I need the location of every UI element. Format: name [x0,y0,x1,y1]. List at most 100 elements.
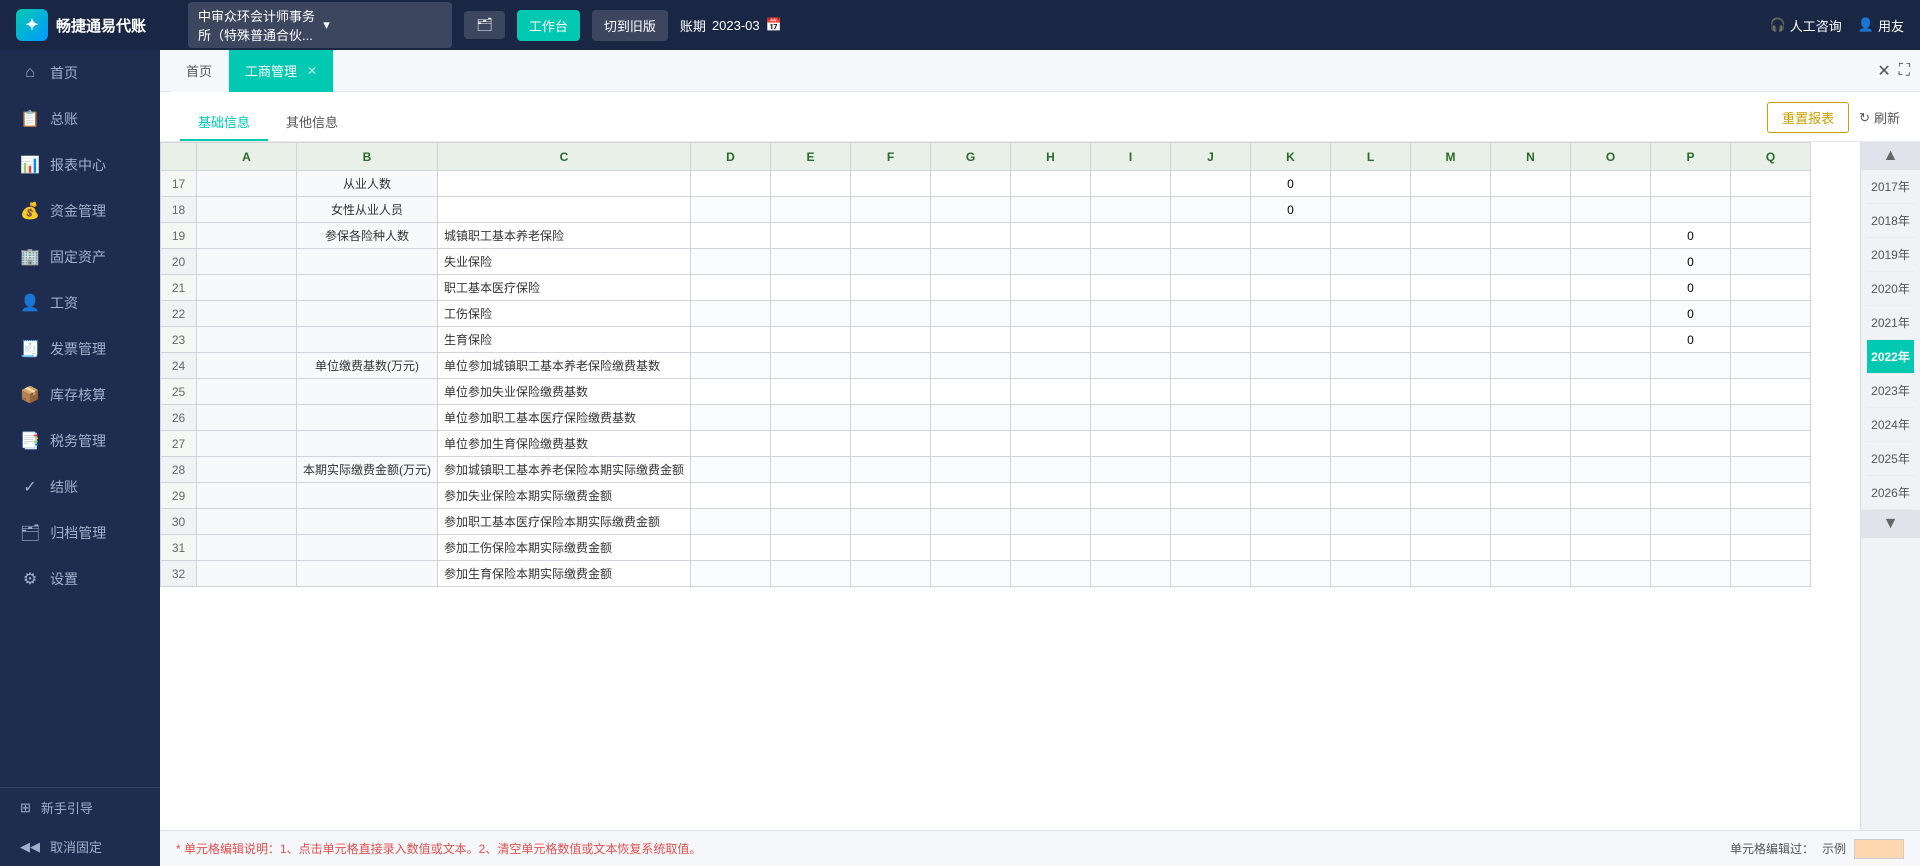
cell-col-h[interactable] [1011,431,1091,457]
user-avatar[interactable]: 👤 用友 [1858,16,1904,35]
cell-col-g[interactable] [931,275,1011,301]
cell-col-h[interactable] [1011,275,1091,301]
cell-col-b[interactable]: 女性从业人员 [297,197,438,223]
cell-col-q[interactable] [1731,223,1811,249]
cell-col-f[interactable] [851,561,931,587]
ai-consult-button[interactable]: 🎧 人工咨询 [1770,16,1842,35]
cell-col-c[interactable]: 职工基本医疗保险 [438,275,691,301]
cell-col-d[interactable] [691,483,771,509]
refresh-button[interactable]: ↻ 刷新 [1859,108,1900,127]
cell-col-i[interactable] [1091,483,1171,509]
cell-col-q[interactable] [1731,509,1811,535]
cell-col-d[interactable] [691,197,771,223]
cell-col-c[interactable]: 工伤保险 [438,301,691,327]
cell-col-n[interactable] [1491,327,1571,353]
sidebar-item-new-guide[interactable]: ⊞ 新手引导 [0,788,160,827]
cell-col-q[interactable] [1731,327,1811,353]
cell-col-g[interactable] [931,431,1011,457]
company-selector[interactable]: 中审众环会计师事务所（特殊普通合伙... ▾ [188,2,452,48]
sub-tab-basic-info[interactable]: 基础信息 [180,104,268,141]
cell-col-d[interactable] [691,561,771,587]
cell-col-i[interactable] [1091,223,1171,249]
calendar-icon[interactable]: 📅 [766,17,782,33]
cell-col-q[interactable] [1731,275,1811,301]
cell-col-i[interactable] [1091,249,1171,275]
cell-col-d[interactable] [691,275,771,301]
cell-col-m[interactable] [1411,301,1491,327]
cell-col-c[interactable]: 单位参加职工基本医疗保险缴费基数 [438,405,691,431]
cell-col-p[interactable] [1651,561,1731,587]
cell-col-b[interactable] [297,275,438,301]
cell-col-f[interactable] [851,509,931,535]
cell-col-g[interactable] [931,171,1011,197]
year-item[interactable]: 2019年 [1867,238,1914,272]
cell-col-b[interactable] [297,379,438,405]
cell-col-d[interactable] [691,353,771,379]
cell-col-b[interactable] [297,431,438,457]
cell-col-k[interactable]: 0 [1251,171,1331,197]
cell-col-e[interactable] [771,431,851,457]
sidebar-item-ledger[interactable]: 📋总账 [0,96,160,142]
cell-col-j[interactable] [1171,327,1251,353]
sidebar-item-archive[interactable]: 🗂归档管理 [0,510,160,556]
cell-col-e[interactable] [771,457,851,483]
cell-col-h[interactable] [1011,249,1091,275]
cell-col-c[interactable]: 单位参加城镇职工基本养老保险缴费基数 [438,353,691,379]
spreadsheet-area[interactable]: A B C D E F G H I J [160,142,1860,830]
year-down-button[interactable]: ▼ [1861,510,1920,538]
sub-tab-other-info[interactable]: 其他信息 [268,104,356,141]
cell-col-j[interactable] [1171,249,1251,275]
cell-col-q[interactable] [1731,483,1811,509]
cell-col-l[interactable] [1331,197,1411,223]
cell-col-k[interactable] [1251,561,1331,587]
cell-col-n[interactable] [1491,171,1571,197]
cell-col-m[interactable] [1411,223,1491,249]
cell-col-j[interactable] [1171,405,1251,431]
cell-col-a[interactable] [197,275,297,301]
tab-close-icon[interactable]: ✕ [307,64,317,78]
cell-col-e[interactable] [771,197,851,223]
cell-col-h[interactable] [1011,561,1091,587]
cell-col-l[interactable] [1331,509,1411,535]
year-item[interactable]: 2025年 [1867,442,1914,476]
cell-col-h[interactable] [1011,197,1091,223]
cell-col-g[interactable] [931,327,1011,353]
cell-col-m[interactable] [1411,535,1491,561]
cell-col-b[interactable] [297,327,438,353]
cell-col-o[interactable] [1571,223,1651,249]
cell-col-a[interactable] [197,171,297,197]
sidebar-item-home[interactable]: ⌂首页 [0,50,160,96]
cell-col-k[interactable] [1251,301,1331,327]
cell-col-e[interactable] [771,353,851,379]
cell-col-c[interactable]: 生育保险 [438,327,691,353]
cell-col-p[interactable] [1651,353,1731,379]
cell-col-a[interactable] [197,457,297,483]
cell-col-a[interactable] [197,223,297,249]
cell-col-h[interactable] [1011,301,1091,327]
cell-col-p[interactable] [1651,457,1731,483]
cell-col-o[interactable] [1571,275,1651,301]
sidebar-item-payroll[interactable]: 👤工资 [0,280,160,326]
cell-col-b[interactable] [297,509,438,535]
cell-col-f[interactable] [851,405,931,431]
cell-col-f[interactable] [851,275,931,301]
cell-col-d[interactable] [691,405,771,431]
cell-col-c[interactable]: 单位参加失业保险缴费基数 [438,379,691,405]
cell-col-q[interactable] [1731,405,1811,431]
year-up-button[interactable]: ▲ [1861,142,1920,170]
cell-col-m[interactable] [1411,379,1491,405]
year-item[interactable]: 2021年 [1867,306,1914,340]
cell-col-p[interactable] [1651,431,1731,457]
cell-col-o[interactable] [1571,509,1651,535]
cell-col-m[interactable] [1411,327,1491,353]
cell-col-o[interactable] [1571,561,1651,587]
cell-col-m[interactable] [1411,431,1491,457]
cell-col-p[interactable]: 0 [1651,327,1731,353]
cell-col-m[interactable] [1411,561,1491,587]
cell-col-d[interactable] [691,249,771,275]
cell-col-a[interactable] [197,405,297,431]
cell-col-a[interactable] [197,431,297,457]
cell-col-h[interactable] [1011,327,1091,353]
cell-col-a[interactable] [197,379,297,405]
sidebar-item-assets[interactable]: 🏢固定资产 [0,234,160,280]
